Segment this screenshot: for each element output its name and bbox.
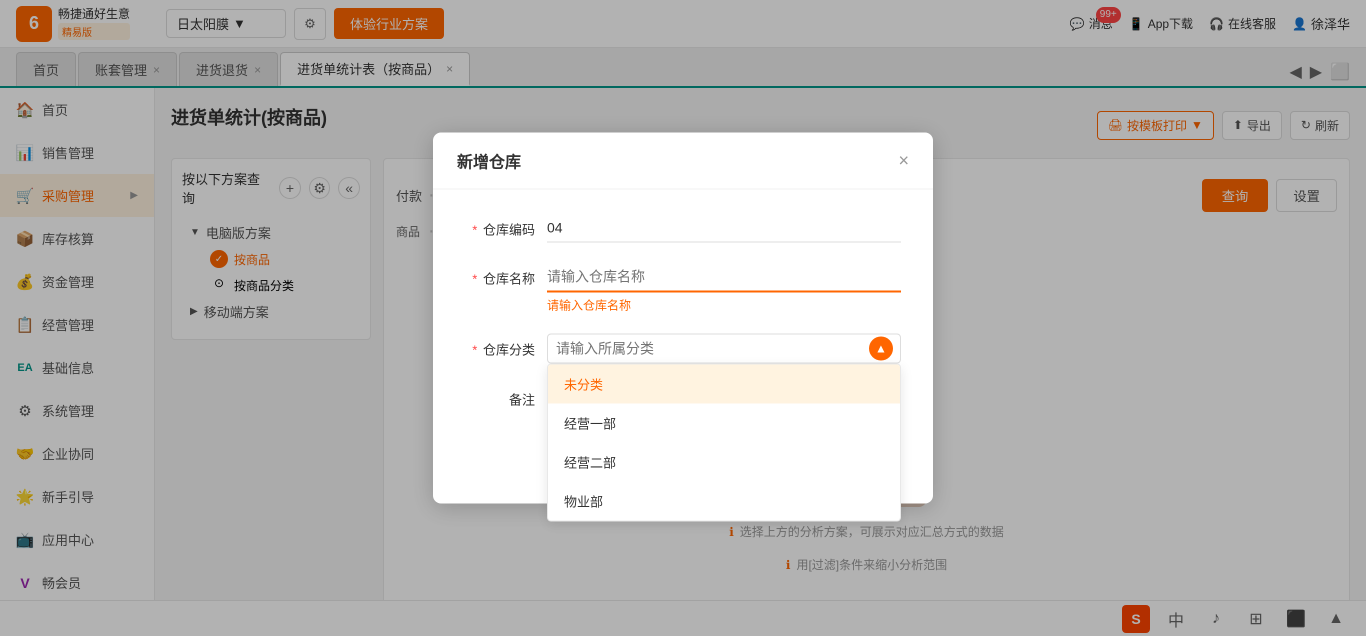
code-label: * 仓库编码 [465, 214, 535, 239]
category-dropdown: 未分类 经营一部 经营二部 物业部 [547, 364, 901, 522]
note-label: 备注 [465, 384, 535, 409]
category-input[interactable] [547, 334, 901, 364]
code-input[interactable] [547, 214, 901, 243]
category-toggle-button[interactable]: ▲ [869, 337, 893, 361]
warehouse-name-field: * 仓库名称 请输入仓库名称 [465, 263, 901, 314]
warehouse-category-field: * 仓库分类 ▲ 未分类 经营一部 经营二部 物业部 [465, 334, 901, 364]
name-label: * 仓库名称 [465, 263, 535, 288]
name-input-wrap: 请输入仓库名称 [547, 263, 901, 314]
modal-close-button[interactable]: × [898, 150, 909, 171]
dropdown-item-property[interactable]: 物业部 [548, 482, 900, 521]
name-error-message: 请输入仓库名称 [547, 297, 901, 314]
dropdown-item-uncategorized[interactable]: 未分类 [548, 365, 900, 404]
category-input-wrap: ▲ 未分类 经营一部 经营二部 物业部 [547, 334, 901, 364]
dropdown-item-ops2[interactable]: 经营二部 [548, 443, 900, 482]
modal-header: 新增仓库 × [433, 133, 933, 190]
category-label: * 仓库分类 [465, 334, 535, 359]
modal-title: 新增仓库 [457, 149, 521, 173]
modal-body: * 仓库编码 * 仓库名称 请输入仓库名称 * 仓库分类 ▲ [433, 190, 933, 444]
name-input[interactable] [547, 263, 901, 293]
dropdown-item-ops1[interactable]: 经营一部 [548, 404, 900, 443]
warehouse-code-field: * 仓库编码 [465, 214, 901, 243]
add-warehouse-modal: 新增仓库 × * 仓库编码 * 仓库名称 请输入仓库名称 * [433, 133, 933, 504]
